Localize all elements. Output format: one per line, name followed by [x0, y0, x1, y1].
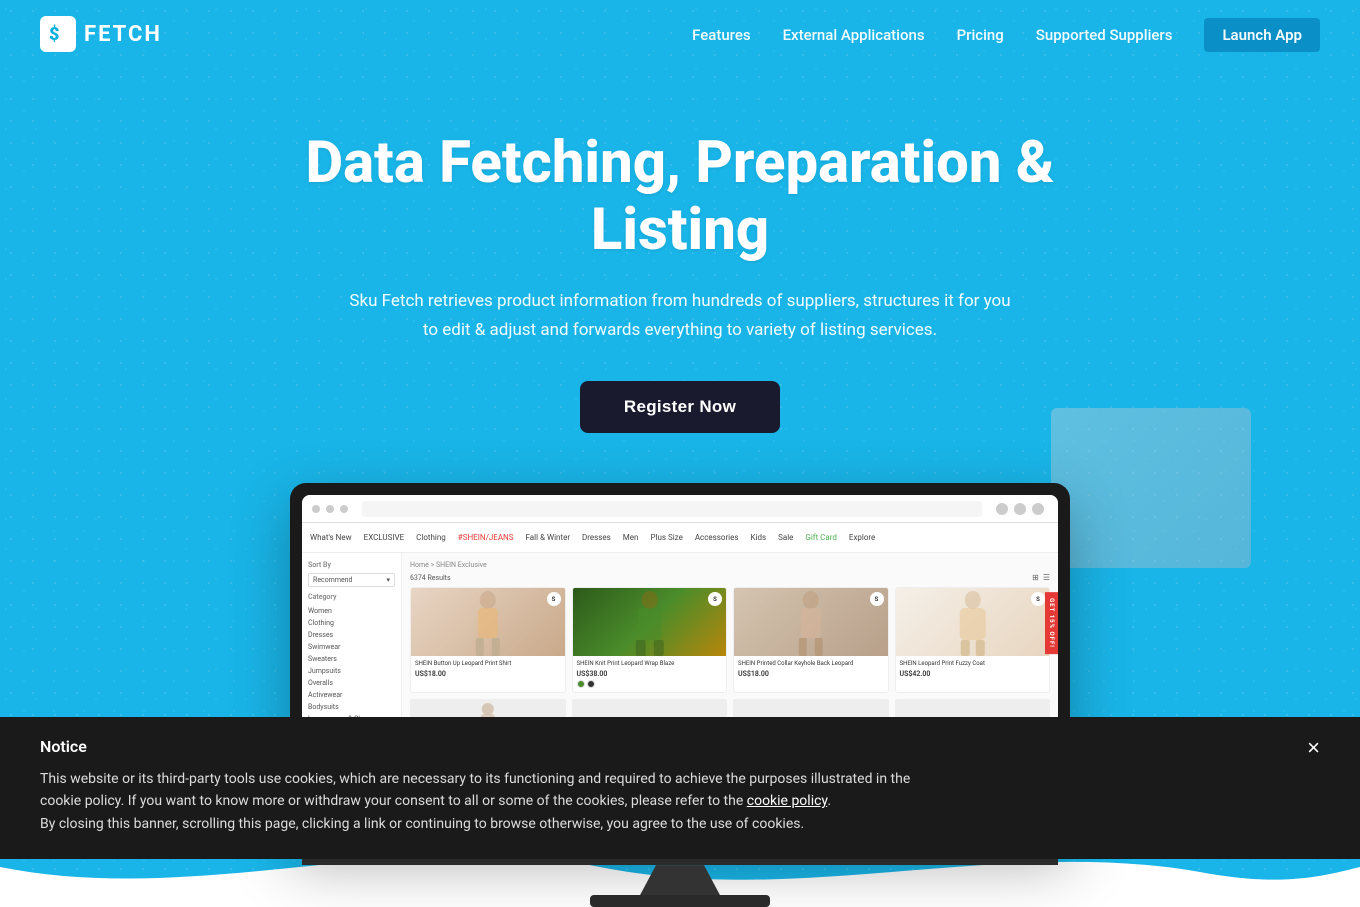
product-price-3: US$18.00	[738, 670, 884, 678]
product-silhouette-2	[573, 588, 727, 656]
site-nav-clothing: Clothing	[416, 533, 446, 542]
logo-icon: $	[40, 16, 76, 52]
site-nav-gift-card: Gift Card	[805, 533, 836, 542]
site-nav-explore: Explore	[849, 533, 875, 542]
cookie-notice-title: Notice	[40, 737, 1320, 756]
product-price-2: US$38.00	[577, 670, 723, 678]
site-nav-bar: What's New EXCLUSIVE Clothing #SHEIN/JEA…	[302, 523, 1058, 553]
product-img-4: S	[896, 588, 1050, 656]
view-grid-icon: ⊞	[1032, 573, 1039, 582]
cookie-notice: × Notice This website or its third-party…	[0, 717, 1360, 859]
product-card-1: S SHEIN	[410, 587, 566, 693]
site-results-count: 6374 Results	[410, 574, 451, 582]
product-img-3: S	[734, 588, 888, 656]
browser-icon-2	[1014, 503, 1026, 515]
product-img-1: S	[411, 588, 565, 656]
site-breadcrumb: Home > SHEIN Exclusive	[410, 561, 1050, 569]
browser-dot-3	[340, 505, 348, 513]
product-card-2: S SHEIN Knit Print Leopard	[572, 587, 728, 693]
product-badge-1: S	[547, 592, 561, 606]
site-nav-exclusive: EXCLUSIVE	[364, 533, 405, 542]
cookie-notice-text: This website or its third-party tools us…	[40, 768, 940, 835]
sidebar-category-label: Category	[308, 593, 395, 601]
product-silhouette-3	[734, 588, 888, 656]
sidebar-sort-select: Recommend ▾	[308, 573, 395, 587]
site-nav-jeans: #SHEIN/JEANS	[458, 533, 514, 542]
promo-side-banner: GET 15% OFF!	[1045, 592, 1058, 654]
product-price-4: US$42.00	[900, 670, 1046, 678]
register-now-button[interactable]: Register Now	[580, 381, 780, 433]
nav-supported-suppliers[interactable]: Supported Suppliers	[1036, 26, 1173, 44]
sort-value: Recommend	[313, 576, 352, 584]
product-info-2: SHEIN Knit Print Leopard Wrap Blaze US$3…	[573, 656, 727, 692]
site-results-header: 6374 Results ⊞ ☰	[410, 573, 1050, 582]
nav-features[interactable]: Features	[692, 26, 750, 44]
nav-pricing[interactable]: Pricing	[957, 26, 1004, 44]
product-name-2: SHEIN Knit Print Leopard Wrap Blaze	[577, 660, 723, 668]
navbar: $ FETCH Features External Applications P…	[0, 0, 1360, 68]
sort-chevron: ▾	[386, 576, 390, 584]
product-name-4: SHEIN Leopard Print Fuzzy Coat	[900, 660, 1046, 668]
logo-text: FETCH	[84, 22, 162, 47]
product-silhouette-4	[896, 588, 1050, 656]
sidebar-cat-activewear: Activewear	[308, 689, 395, 701]
product-color-swatches	[577, 680, 723, 688]
hero-subtitle: Sku Fetch retrieves product information …	[340, 287, 1020, 345]
browser-dot-2	[326, 505, 334, 513]
site-nav-accessories: Accessories	[695, 533, 739, 542]
logo-link[interactable]: $ FETCH	[40, 16, 162, 52]
nav-links: Features External Applications Pricing S…	[692, 25, 1320, 44]
monitor-stand-mid	[640, 865, 720, 895]
browser-icon-3	[1032, 503, 1044, 515]
product-silhouette-1	[411, 588, 565, 656]
product-name-1: SHEIN Button Up Leopard Print Shirt	[415, 660, 561, 668]
sidebar-cat-jumpsuits: Jumpsuits	[308, 665, 395, 677]
browser-icon-1	[996, 503, 1008, 515]
sidebar-cat-overalls: Overalls	[308, 677, 395, 689]
site-nav-kids: Kids	[751, 533, 767, 542]
product-price-1: US$18.00	[415, 670, 561, 678]
site-nav-plus-size: Plus Size	[650, 533, 682, 542]
site-nav-whats-new: What's New	[310, 533, 352, 542]
sidebar-cat-clothing: Clothing	[308, 617, 395, 629]
hero-title: Data Fetching, Preparation & Listing	[250, 130, 1110, 263]
nav-launch-app[interactable]: Launch App	[1204, 18, 1320, 52]
cookie-body-part2: .	[827, 793, 831, 809]
browser-bar	[302, 495, 1058, 523]
browser-dot-1	[312, 505, 320, 513]
sidebar-cat-dresses: Dresses	[308, 629, 395, 641]
nav-external-applications[interactable]: External Applications	[783, 26, 925, 44]
sidebar-cat-swimwear: Swimwear	[308, 641, 395, 653]
monitor-stand-base	[590, 895, 770, 907]
cookie-policy-link[interactable]: cookie policy	[747, 793, 828, 809]
products-grid: S SHEIN	[410, 587, 1050, 693]
product-info-4: SHEIN Leopard Print Fuzzy Coat US$42.00	[896, 656, 1050, 682]
sidebar-cat-women: Women	[308, 605, 395, 617]
product-img-2: S	[573, 588, 727, 656]
product-card-3: S SHEIN Printed Collar Key	[733, 587, 889, 693]
site-nav-men: Men	[623, 533, 639, 542]
sidebar-sort-label: Sort By	[308, 561, 395, 569]
sidebar-cat-sweaters: Sweaters	[308, 653, 395, 665]
swatch-green	[577, 680, 585, 688]
browser-url-bar	[362, 501, 982, 517]
site-nav-fall: Fall & Winter	[526, 533, 571, 542]
site-nav-dresses: Dresses	[582, 533, 611, 542]
cookie-body-line2: By closing this banner, scrolling this p…	[40, 816, 804, 832]
hero-content: Data Fetching, Preparation & Listing Sku…	[230, 130, 1130, 433]
svg-text:$: $	[49, 24, 59, 45]
swatch-black	[587, 680, 595, 688]
product-info-3: SHEIN Printed Collar Keyhole Back Leopar…	[734, 656, 888, 682]
site-nav-sale: Sale	[778, 533, 793, 542]
cookie-close-button[interactable]: ×	[1307, 737, 1320, 759]
site-view-options: ⊞ ☰	[1032, 573, 1050, 582]
sidebar-cat-bodysuits: Bodysuits	[308, 701, 395, 713]
view-list-icon: ☰	[1043, 573, 1050, 582]
product-card-4: S SHEIN Leopard Print Fuzz	[895, 587, 1051, 693]
product-badge-3: S	[870, 592, 884, 606]
product-name-3: SHEIN Printed Collar Keyhole Back Leopar…	[738, 660, 884, 668]
product-info-1: SHEIN Button Up Leopard Print Shirt US$1…	[411, 656, 565, 682]
